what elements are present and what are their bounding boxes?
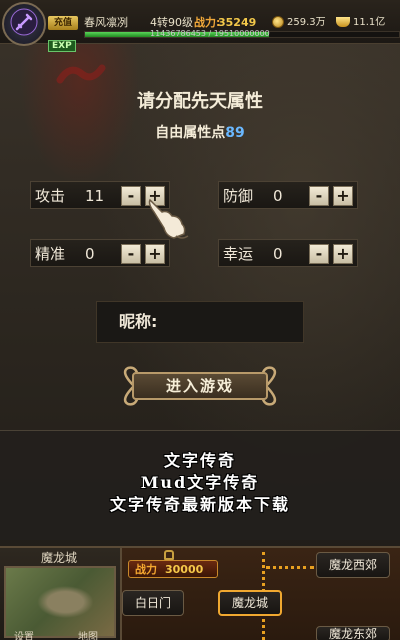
route-power-requirement: 战力 30000 [128, 560, 218, 578]
free-points-label: 自由属性点 [155, 125, 226, 141]
route-map: 战力 30000 白日门 魔龙城 魔龙西郊 魔龙东郊 [120, 548, 400, 640]
route-power-value: 30000 [165, 563, 204, 576]
watermark-line-2: Mud文字传奇 [140, 473, 260, 492]
settings-button[interactable]: 设置 [14, 632, 34, 640]
minimap[interactable] [4, 566, 116, 638]
enter-game-button[interactable]: 进入游戏 [118, 364, 282, 408]
recharge-badge[interactable]: 充值 [48, 16, 78, 30]
minimap-title: 魔龙城 [40, 551, 77, 565]
exp-tag: EXP [48, 40, 76, 52]
red-brush-mark [56, 64, 106, 84]
power-label: 战力: [194, 16, 221, 29]
pointing-hand-icon [148, 198, 189, 239]
node-molongcheng[interactable]: 魔龙城 [218, 590, 283, 616]
defense-minus-button[interactable]: - [309, 186, 329, 206]
attribute-label: 防御 [223, 187, 254, 205]
free-points-value: 89 [225, 125, 245, 141]
route-power-label: 战力 [135, 563, 157, 576]
player-name: 春风凛冽 [84, 16, 128, 29]
attribute-value: 0 [273, 187, 283, 205]
attribute-label: 攻击 [35, 187, 66, 205]
weapon-skill-icon [9, 7, 39, 41]
attribute-row-accuracy: 精准 0 - + [30, 239, 170, 267]
nickname-label: 昵称: [119, 312, 158, 331]
attribute-row-defense: 防御 0 - + [218, 181, 358, 209]
attribute-row-luck: 幸运 0 - + [218, 239, 358, 267]
node-molong-east[interactable]: 魔龙东郊 [316, 626, 391, 640]
defense-plus-button[interactable]: + [333, 186, 353, 206]
watermark-line-1: 文字传奇 [163, 451, 236, 470]
attribute-value: 11 [85, 187, 105, 205]
attribute-value: 0 [85, 245, 95, 263]
gold-coin-icon [272, 16, 284, 28]
node-baiyimen[interactable]: 白日门 [122, 590, 185, 616]
attribute-label: 幸运 [223, 245, 254, 263]
ingot-icon [336, 17, 350, 27]
watermark-panel: 文字传奇 Mud文字传奇 文字传奇最新版本下载 [0, 430, 400, 540]
exp-text: 11436786453 / 19510000000 [150, 29, 270, 38]
accuracy-plus-button[interactable]: + [145, 244, 165, 264]
avatar[interactable] [2, 2, 46, 46]
free-points: 自由属性点89 [0, 123, 400, 143]
map-panel: 魔龙城 设置 地图 战力 30000 白日门 魔龙城 魔龙西郊 魔龙东郊 [0, 546, 400, 640]
nickname-field[interactable]: 昵称: [96, 301, 304, 343]
attribute-value: 0 [273, 245, 283, 263]
luck-minus-button[interactable]: - [309, 244, 329, 264]
gold-amount: 259.3万 [287, 17, 326, 28]
player-level: 4转90级 [150, 16, 193, 29]
node-molong-west[interactable]: 魔龙西郊 [316, 552, 391, 578]
accuracy-minus-button[interactable]: - [121, 244, 141, 264]
attribute-label: 精准 [35, 245, 66, 263]
route-path-horizontal [266, 566, 314, 569]
ingot-amount: 11.1亿 [353, 17, 386, 28]
dialog-title: 请分配先天属性 [137, 91, 263, 112]
attack-minus-button[interactable]: - [121, 186, 141, 206]
luck-plus-button[interactable]: + [333, 244, 353, 264]
enter-game-label: 进入游戏 [165, 377, 234, 395]
top-status-bar: 充值 春风凛冽 4转90级 战力: 35249 259.3万 11.1亿 114… [0, 0, 400, 46]
watermark-line-3: 文字传奇最新版本下载 [109, 495, 290, 514]
map-button[interactable]: 地图 [78, 632, 98, 640]
power-value: 35249 [218, 16, 257, 29]
lock-icon [164, 550, 174, 560]
